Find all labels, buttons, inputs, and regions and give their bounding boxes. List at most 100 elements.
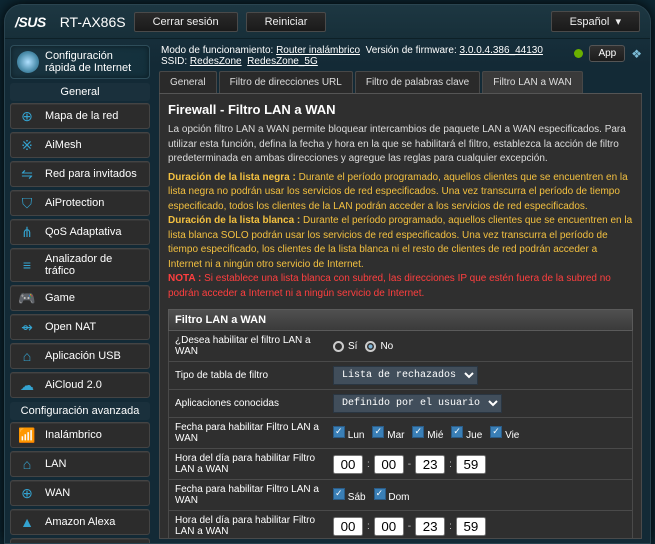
known-apps-select[interactable]: Definido por el usuario: [333, 394, 502, 413]
tab-keyword-filter[interactable]: Filtro de palabras clave: [355, 71, 480, 93]
day-checkbox[interactable]: [374, 488, 386, 500]
date2-label: Fecha para habilitar Filtro LAN a WAN: [175, 484, 325, 506]
enable-filter-label: ¿Desea habilitar el filtro LAN a WAN: [175, 335, 325, 357]
no-label: No: [380, 341, 393, 352]
sidebar-icon: ※: [17, 137, 37, 153]
sidebar-item[interactable]: ⊕ WAN: [10, 480, 150, 506]
day-checkbox[interactable]: [333, 426, 345, 438]
sidebar-icon: 📶: [17, 427, 37, 443]
ssid-2-link[interactable]: RedesZone_5G: [247, 56, 318, 67]
yes-label: Sí: [348, 341, 357, 352]
day-label: Dom: [388, 492, 409, 503]
status-indicator-icon: [574, 49, 583, 58]
sidebar-item[interactable]: ⇋Red para invitados: [10, 161, 150, 187]
known-apps-label: Aplicaciones conocidas: [175, 398, 325, 409]
quick-setup-icon: [17, 51, 39, 73]
sidebar-group-advanced: Configuración avanzada: [10, 402, 150, 420]
language-label: Español: [570, 16, 610, 28]
time2-hh1[interactable]: [333, 517, 363, 536]
brand-logo: /SUS: [15, 14, 52, 30]
time2-hh2[interactable]: [415, 517, 445, 536]
sidebar-item[interactable]: ⌂ LAN: [10, 451, 150, 477]
sidebar-icon: 🎮: [17, 290, 37, 306]
day-label: Mar: [387, 430, 404, 441]
time1-mm2[interactable]: [456, 455, 486, 474]
whitelist-note: Duración de la lista blanca : Durante el…: [168, 214, 633, 272]
sidebar-item-label: LAN: [45, 458, 66, 470]
quick-setup-label: Configuración rápida de Internet: [45, 50, 143, 74]
sidebar-item[interactable]: ⋔ QoS Adaptativa: [10, 219, 150, 245]
time2-mm1[interactable]: [374, 517, 404, 536]
sidebar-item[interactable]: ⊕IPv6: [10, 538, 150, 543]
day-label: Lun: [348, 430, 365, 441]
sidebar-icon: ⊕: [17, 108, 37, 124]
tab-url-filter[interactable]: Filtro de direcciones URL: [219, 71, 353, 93]
sidebar-item[interactable]: ⇴Open NAT: [10, 314, 150, 340]
day-checkbox[interactable]: [490, 426, 502, 438]
warning-note: NOTA : Si establece una lista blanca con…: [168, 272, 633, 301]
sidebar-item-label: Inalámbrico: [45, 429, 102, 441]
sidebar-item-label: AiProtection: [45, 197, 104, 209]
sidebar-item[interactable]: ▲ Amazon Alexa: [10, 509, 150, 535]
sidebar-item[interactable]: ☁ AiCloud 2.0: [10, 372, 150, 398]
sidebar-item[interactable]: ≡ Analizador de tráfico: [10, 248, 150, 282]
day-checkbox[interactable]: [451, 426, 463, 438]
day-label: Sáb: [348, 492, 366, 503]
tab-general[interactable]: General: [159, 71, 217, 93]
day-label: Vie: [505, 430, 519, 441]
sidebar-item[interactable]: 🎮 Game: [10, 285, 150, 311]
sidebar-icon: ⊕: [17, 485, 37, 501]
time1-hh1[interactable]: [333, 455, 363, 474]
sidebar-icon: ≡: [17, 257, 37, 273]
tab-lan-wan-filter[interactable]: Filtro LAN a WAN: [482, 71, 583, 93]
sidebar-item-label: QoS Adaptativa: [45, 226, 121, 238]
sidebar-item-label: Amazon Alexa: [45, 516, 115, 528]
logout-button[interactable]: Cerrar sesión: [134, 12, 238, 32]
app-button[interactable]: App: [589, 45, 625, 62]
mode-info: Modo de funcionamiento: Router inalámbri…: [161, 45, 543, 67]
quick-setup-button[interactable]: Configuración rápida de Internet: [10, 45, 150, 79]
table-type-select[interactable]: Lista de rechazados: [333, 366, 478, 385]
sidebar-icon: ⋔: [17, 224, 37, 240]
day-label: Jue: [466, 430, 482, 441]
language-selector[interactable]: Español ▾: [551, 11, 640, 32]
sidebar-item[interactable]: ⌂ Aplicación USB: [10, 343, 150, 369]
sidebar-item-label: AiCloud 2.0: [45, 379, 102, 391]
day-checkbox[interactable]: [412, 426, 424, 438]
enable-no-radio[interactable]: [365, 341, 376, 352]
time1-mm1[interactable]: [374, 455, 404, 474]
section-filter-head: Filtro LAN a WAN: [168, 309, 633, 331]
model-name: RT-AX86S: [60, 14, 126, 30]
time2-mm2[interactable]: [456, 517, 486, 536]
sidebar-item-label: Game: [45, 292, 75, 304]
sidebar-item-label: Aplicación USB: [45, 350, 121, 362]
table-type-label: Tipo de tabla de filtro: [175, 370, 325, 381]
blacklist-note: Duración de la lista negra : Durante el …: [168, 171, 633, 215]
page-title: Firewall - Filtro LAN a WAN: [168, 102, 633, 117]
sidebar-group-general: General: [10, 83, 150, 101]
page-description: La opción filtro LAN a WAN permite bloqu…: [168, 123, 633, 167]
time1-hh2[interactable]: [415, 455, 445, 474]
sidebar-icon: ☁: [17, 377, 37, 393]
sidebar-item[interactable]: ⊕Mapa de la red: [10, 103, 150, 129]
sidebar-item[interactable]: ※ AiMesh: [10, 132, 150, 158]
day-checkbox[interactable]: [372, 426, 384, 438]
sidebar-item-label: WAN: [45, 487, 70, 499]
reboot-button[interactable]: Reiniciar: [246, 12, 327, 32]
help-icon[interactable]: ❖: [631, 47, 642, 61]
mode-link[interactable]: Router inalámbrico: [276, 45, 360, 56]
sidebar-item[interactable]: 📶 Inalámbrico: [10, 422, 150, 448]
firmware-link[interactable]: 3.0.0.4.386_44130: [460, 45, 543, 56]
sidebar-item[interactable]: ⛉AiProtection: [10, 190, 150, 216]
enable-yes-radio[interactable]: [333, 341, 344, 352]
time2-label: Hora del día para habilitar Filtro LAN a…: [175, 515, 325, 537]
sidebar-item-label: AiMesh: [45, 139, 82, 151]
sidebar-icon: ⌂: [17, 348, 37, 364]
sidebar-icon: ▲: [17, 514, 37, 530]
sidebar-item-label: Red para invitados: [45, 168, 137, 180]
sidebar-item-label: Analizador de tráfico: [45, 253, 143, 277]
day-checkbox[interactable]: [333, 488, 345, 500]
day-label: Mié: [427, 430, 443, 441]
ssid-1-link[interactable]: RedesZone: [190, 56, 242, 67]
sidebar-icon: ⌂: [17, 456, 37, 472]
